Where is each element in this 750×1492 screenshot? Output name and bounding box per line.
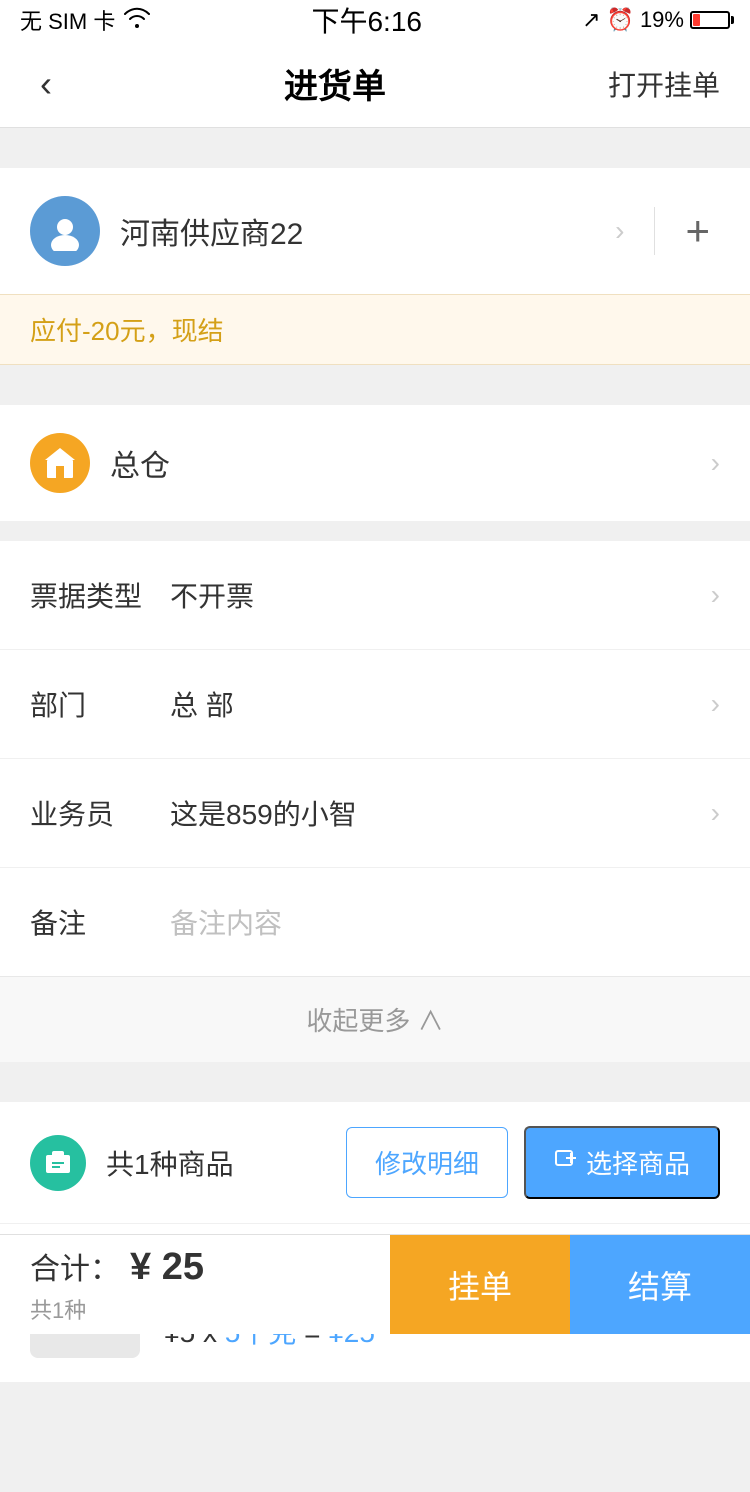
modify-detail-button[interactable]: 修改明细 [346,1127,508,1198]
warehouse-icon [30,433,90,493]
supplier-row[interactable]: 河南供应商22 › + [0,168,750,294]
product-header: 共1种商品 修改明细 选择商品 [0,1102,750,1224]
supplier-section: 河南供应商22 › + 应付-20元，现结 [0,168,750,365]
back-button[interactable]: ‹ [30,53,62,115]
invoice-row[interactable]: 票据类型 不开票 › [0,541,750,650]
product-count: 共1种商品 [106,1143,346,1183]
divider-1 [0,365,750,385]
battery-icon [690,11,730,29]
warehouse-arrow-icon: › [711,447,720,479]
invoice-arrow-icon: › [711,579,720,611]
total-label: 合计： [30,1244,120,1288]
supplier-arrow-icon: › [615,215,624,247]
invoice-value: 不开票 [150,575,701,615]
add-supplier-button[interactable]: + [654,207,720,255]
status-bar: 无 SIM 卡 下午6:16 ↗ ⏰ 19% [0,0,750,40]
select-product-button[interactable]: 选择商品 [524,1126,720,1199]
collapse-label: 收起更多 ∧ [306,1006,443,1036]
alarm-icon: ⏰ [607,7,634,33]
warehouse-section: 总仓 › [0,405,750,521]
battery-percent: 19% [640,7,684,33]
divider-3 [0,1062,750,1082]
remark-label: 备注 [30,902,150,942]
notice-bar: 应付-20元，现结 [0,294,750,365]
status-left: 无 SIM 卡 [20,4,151,36]
form-section: 票据类型 不开票 › 部门 总 部 › 业务员 这是859的小智 › 备注 备注… [0,541,750,976]
sales-row[interactable]: 业务员 这是859的小智 › [0,759,750,868]
total-amount: ¥ 25 [130,1246,204,1289]
sales-value: 这是859的小智 [150,793,701,833]
checkout-button[interactable]: 结算 [570,1235,750,1334]
status-time: 下午6:16 [311,0,422,40]
total-section: 合计： ¥ 25 共1种 [0,1235,390,1334]
dept-label: 部门 [30,684,150,724]
warehouse-row[interactable]: 总仓 › [0,405,750,521]
wifi-icon [123,6,151,34]
sales-label: 业务员 [30,793,150,833]
total-count: 共1种 [30,1293,360,1325]
bottom-spacer [0,1382,750,1492]
warehouse-name: 总仓 [110,441,711,485]
location-icon: ↗ [582,7,600,33]
select-label: 选择商品 [586,1144,690,1181]
invoice-label: 票据类型 [30,575,150,615]
select-icon [554,1147,578,1178]
product-icon [30,1135,86,1191]
status-right: ↗ ⏰ 19% [582,7,730,33]
collapse-bar[interactable]: 收起更多 ∧ [0,976,750,1062]
supplier-avatar [30,196,100,266]
dept-row[interactable]: 部门 总 部 › [0,650,750,759]
carrier-label: 无 SIM 卡 [20,4,115,36]
supplier-name: 河南供应商22 [120,209,615,253]
divider-top [0,128,750,148]
bottom-bar: 合计： ¥ 25 共1种 挂单 结算 [0,1234,750,1334]
open-hang-button[interactable]: 打开挂单 [608,64,720,104]
dept-value: 总 部 [150,684,701,724]
sales-arrow-icon: › [711,797,720,829]
remark-input[interactable]: 备注内容 [150,902,720,942]
notice-text: 应付-20元，现结 [30,316,224,346]
total-line: 合计： ¥ 25 [30,1244,360,1289]
nav-bar: ‹ 进货单 打开挂单 [0,40,750,128]
hang-button[interactable]: 挂单 [390,1235,570,1334]
divider-2 [0,521,750,541]
dept-arrow-icon: › [711,688,720,720]
page-title: 进货单 [284,59,386,108]
remark-row[interactable]: 备注 备注内容 [0,868,750,976]
